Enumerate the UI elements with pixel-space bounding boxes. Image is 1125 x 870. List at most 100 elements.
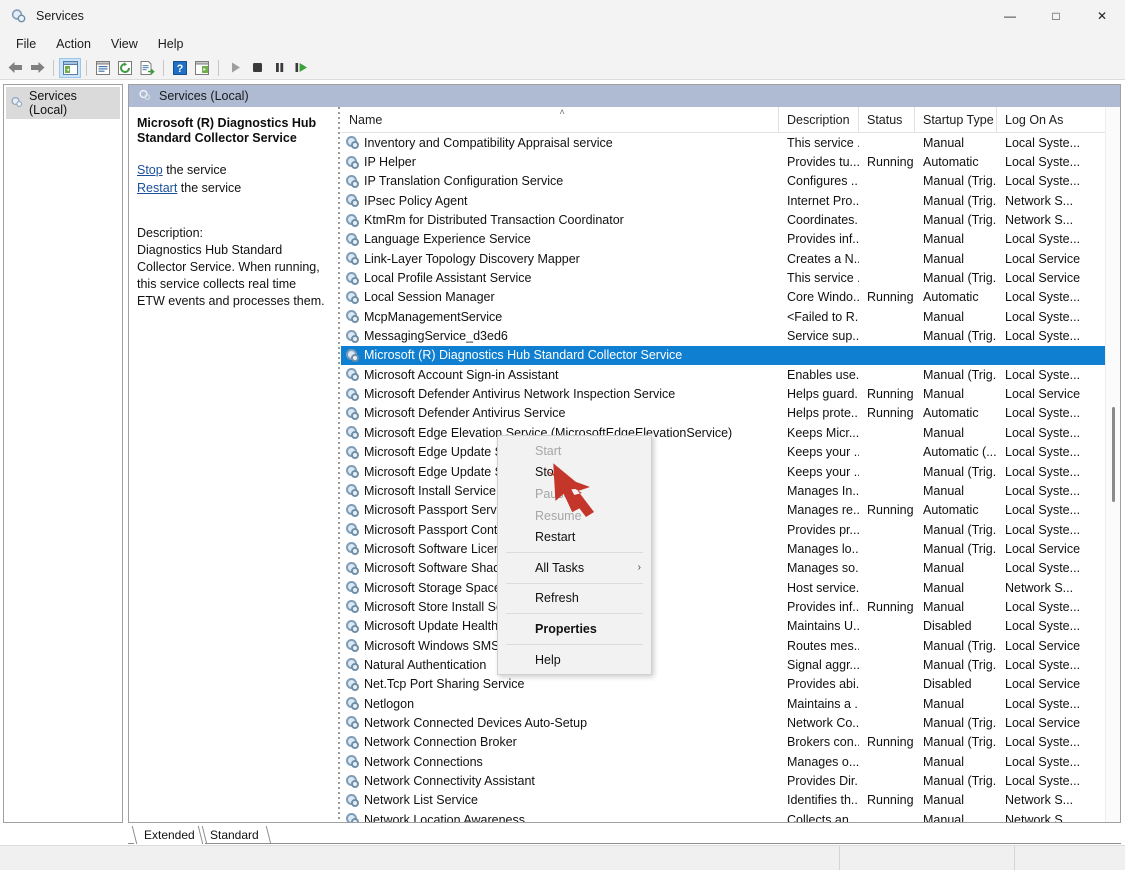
table-row[interactable]: Netlogon Maintains a ... Manual Local Syste… xyxy=(341,694,1120,713)
column-header-name[interactable]: Name ˄ xyxy=(341,107,779,133)
cell-name-label: Network List Service xyxy=(364,793,478,808)
cell-name: Inventory and Compatibility Appraisal se… xyxy=(341,136,779,150)
status-bar-main xyxy=(0,846,840,870)
table-row[interactable]: Network List Service Identifies th... Runn… xyxy=(341,791,1120,810)
context-menu-item-restart[interactable]: Restart xyxy=(498,526,651,548)
table-row[interactable]: KtmRm for Distributed Transaction Coordi… xyxy=(341,210,1120,229)
table-row[interactable]: IP Helper Provides tu... Running Automatic L… xyxy=(341,152,1120,171)
service-gear-icon xyxy=(346,561,359,575)
restart-play-icon[interactable] xyxy=(290,58,312,78)
toolbar: ? xyxy=(0,56,1125,80)
service-gear-icon xyxy=(346,658,359,672)
column-header-startup-type[interactable]: Startup Type xyxy=(915,107,997,133)
cell-description: Network Co... xyxy=(787,715,859,730)
minimize-button[interactable]: — xyxy=(987,0,1033,32)
table-row[interactable]: Microsoft Edge Elevation Service (Micros… xyxy=(341,423,1120,442)
action-pane-icon[interactable] xyxy=(191,58,213,78)
cell-log-on-as: Local Syste... xyxy=(1005,599,1081,614)
pause-bars-icon[interactable] xyxy=(268,58,290,78)
menu-action[interactable]: Action xyxy=(46,34,101,54)
table-row[interactable]: Natural Authentication Signal aggr... Manu… xyxy=(341,655,1120,674)
context-menu-item-resume: Resume xyxy=(498,505,651,527)
close-button[interactable]: ✕ xyxy=(1079,0,1125,32)
console-tree-pane: Services (Local) xyxy=(3,84,123,823)
refresh-circular-arrow-icon[interactable] xyxy=(114,58,136,78)
back-button[interactable] xyxy=(4,58,26,78)
stop-service-action[interactable]: Stop the service xyxy=(137,161,327,179)
table-row[interactable]: McpManagementService <Failed to R... Manua… xyxy=(341,307,1120,326)
context-menu-item-refresh[interactable]: Refresh xyxy=(498,588,651,610)
table-row[interactable]: Local Session Manager Core Windo... Runnin… xyxy=(341,288,1120,307)
menu-help[interactable]: Help xyxy=(148,34,194,54)
view-tab-strip: Extended Standard xyxy=(128,826,1121,844)
table-row[interactable]: Link-Layer Topology Discovery Mapper Crea… xyxy=(341,249,1120,268)
table-row[interactable]: Network Connection Broker Brokers con... R… xyxy=(341,733,1120,752)
properties-window-icon[interactable] xyxy=(92,58,114,78)
table-row[interactable]: Language Experience Service Provides inf.… xyxy=(341,230,1120,249)
cell-name: Microsoft Defender Antivirus Service xyxy=(341,406,779,420)
table-row[interactable]: IPsec Policy Agent Internet Pro... Manual … xyxy=(341,191,1120,210)
table-row[interactable]: Microsoft Passport Service Manages re... R… xyxy=(341,501,1120,520)
cell-description: Host service... xyxy=(787,580,859,595)
table-row[interactable]: Microsoft Update Health Service Maintains… xyxy=(341,617,1120,636)
window-title: Services xyxy=(36,8,84,23)
question-mark-icon[interactable]: ? xyxy=(169,58,191,78)
restart-link[interactable]: Restart xyxy=(137,181,177,195)
table-row[interactable]: Microsoft Store Install Service Provides … xyxy=(341,597,1120,616)
menu-view[interactable]: View xyxy=(101,34,148,54)
service-description: Description: Diagnostics Hub Standard Co… xyxy=(137,225,327,310)
table-row[interactable]: Microsoft Edge Update Service (edgeupdat… xyxy=(341,462,1120,481)
tab-standard[interactable]: Standard xyxy=(197,826,271,844)
table-row[interactable]: IP Translation Configuration Service Conf… xyxy=(341,172,1120,191)
table-row[interactable]: Local Profile Assistant Service This serv… xyxy=(341,268,1120,287)
column-header-log-on-as[interactable]: Log On As xyxy=(997,107,1085,133)
menu-file[interactable]: File xyxy=(6,34,46,54)
maximize-button[interactable]: □ xyxy=(1033,0,1079,32)
table-row[interactable]: Network Connectivity Assistant Provides D… xyxy=(341,771,1120,790)
context-menu-item-stop[interactable]: Stop xyxy=(498,462,651,484)
scrollbar-thumb[interactable] xyxy=(1112,407,1115,502)
table-row[interactable]: Microsoft Windows SMS Router Service. Rou… xyxy=(341,636,1120,655)
cell-log-on-as: Network S... xyxy=(1005,193,1074,208)
table-row[interactable]: Microsoft Account Sign-in Assistant Enabl… xyxy=(341,365,1120,384)
forward-button[interactable] xyxy=(26,58,48,78)
cell-log-on-as: Local Syste... xyxy=(1005,135,1081,150)
table-row[interactable]: Microsoft Install Service Manages In... Ma… xyxy=(341,481,1120,500)
table-row[interactable]: Microsoft Software Licensing Manages lo..… xyxy=(341,539,1120,558)
column-header-description[interactable]: Description xyxy=(779,107,859,133)
column-header-status[interactable]: Status xyxy=(859,107,915,133)
tab-extended[interactable]: Extended xyxy=(131,826,207,844)
service-gear-icon xyxy=(346,271,359,285)
table-row[interactable]: Net.Tcp Port Sharing Service Provides abi… xyxy=(341,675,1120,694)
table-row[interactable]: Network Connected Devices Auto-Setup Netw… xyxy=(341,713,1120,732)
stop-square-icon[interactable] xyxy=(246,58,268,78)
services-gear-icon xyxy=(138,88,152,105)
table-row[interactable]: Microsoft (R) Diagnostics Hub Standard C… xyxy=(341,345,1120,366)
cell-description: Brokers con... xyxy=(787,735,859,750)
table-row[interactable]: Microsoft Passport Container Provides pr.… xyxy=(341,520,1120,539)
table-row[interactable]: Microsoft Storage Spaces SMP Host service… xyxy=(341,578,1120,597)
tree-node-services-local[interactable]: Services (Local) xyxy=(6,87,120,119)
vertical-scrollbar[interactable] xyxy=(1105,107,1120,822)
table-row[interactable]: MessagingService_d3ed6 Service sup... Manu… xyxy=(341,326,1120,345)
service-gear-icon xyxy=(346,619,359,633)
play-triangle-icon[interactable] xyxy=(224,58,246,78)
stop-link[interactable]: Stop xyxy=(137,163,163,177)
table-row[interactable]: Inventory and Compatibility Appraisal se… xyxy=(341,133,1120,152)
table-row[interactable]: Microsoft Edge Update Service (edgeupdat… xyxy=(341,443,1120,462)
cell-startup-type: Manual xyxy=(923,135,964,150)
table-row[interactable]: Network Connections Manages o... Manual Loc… xyxy=(341,752,1120,771)
console-tree-icon[interactable] xyxy=(59,57,81,78)
table-row[interactable]: Microsoft Software Shadow Copy Provider M… xyxy=(341,559,1120,578)
restart-service-action[interactable]: Restart the service xyxy=(137,179,327,197)
context-menu-item-properties[interactable]: Properties xyxy=(498,618,651,640)
context-menu-item-help[interactable]: Help xyxy=(498,649,651,671)
table-row[interactable]: Network Location Awareness Collects an...… xyxy=(341,810,1120,822)
export-list-icon[interactable] xyxy=(136,58,158,78)
table-row[interactable]: Microsoft Defender Antivirus Network Ins… xyxy=(341,384,1120,403)
table-row[interactable]: Microsoft Defender Antivirus Service Help… xyxy=(341,404,1120,423)
service-gear-icon xyxy=(346,581,359,595)
context-menu-item-all-tasks[interactable]: All Tasks › xyxy=(498,557,651,579)
service-gear-icon xyxy=(346,503,359,517)
service-gear-icon xyxy=(346,735,359,749)
